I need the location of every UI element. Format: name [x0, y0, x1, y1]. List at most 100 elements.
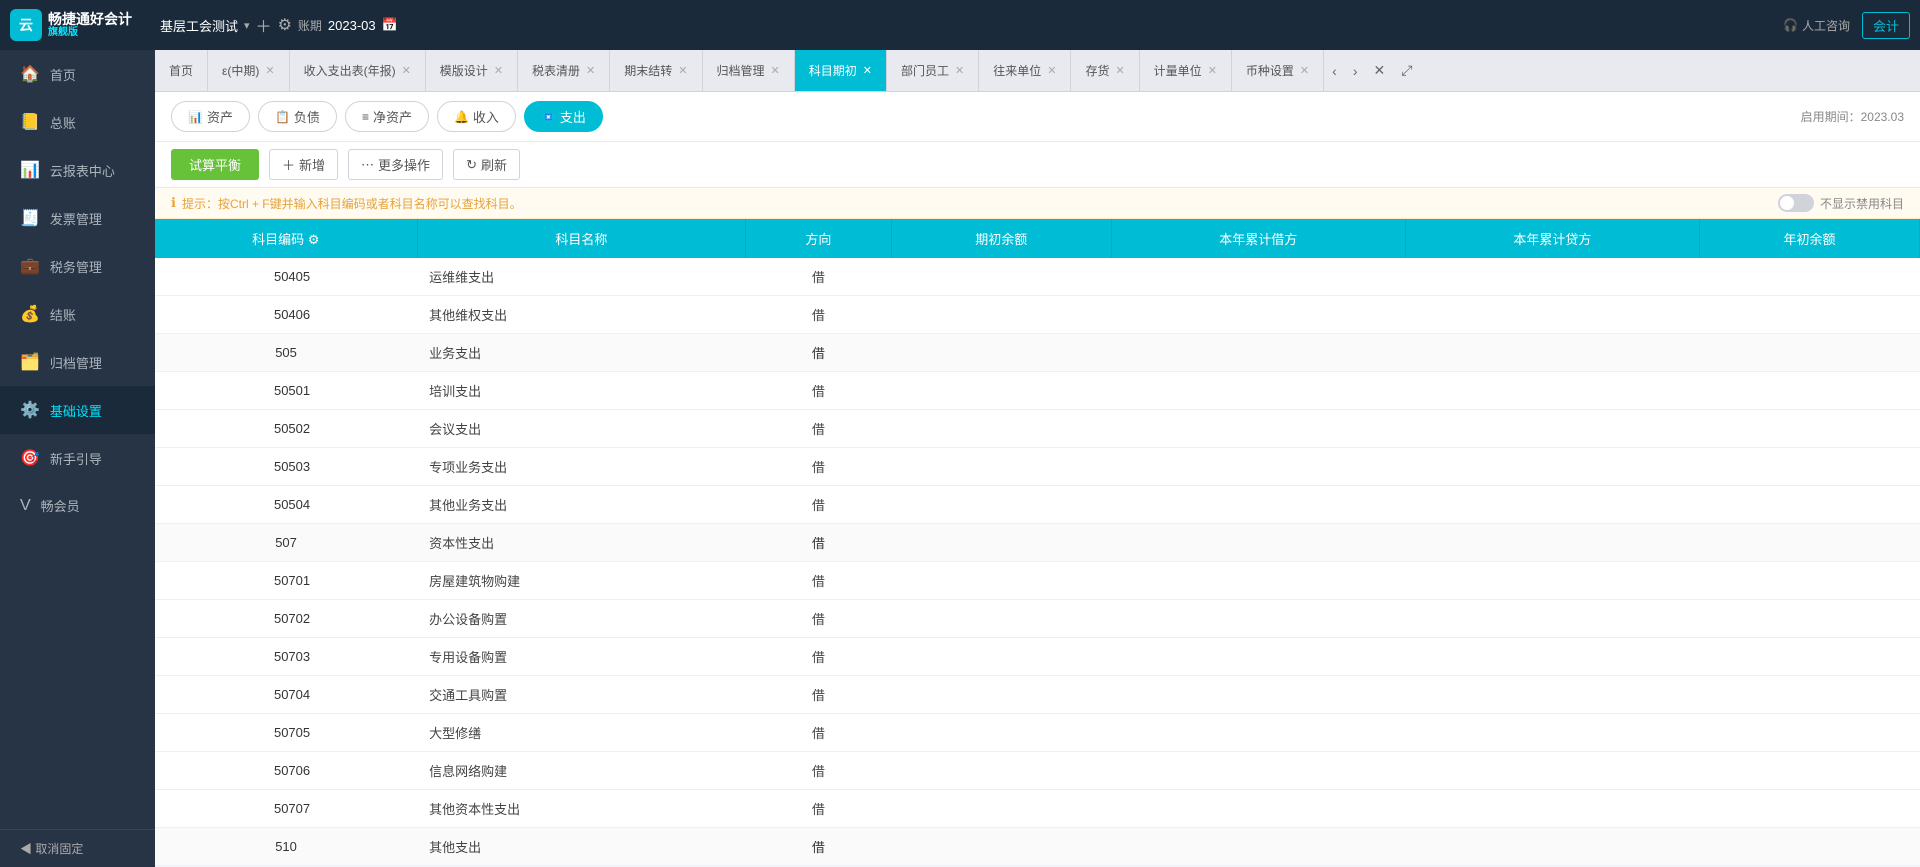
cell-bnldf-5	[1405, 448, 1699, 486]
tab-币种设置[interactable]: 币种设置✕	[1232, 50, 1324, 92]
cell-bnljf-6	[1111, 486, 1405, 524]
project-name[interactable]: 基层工会测试	[160, 16, 238, 35]
sidebar-item-总账[interactable]: 📒总账	[0, 98, 155, 146]
refresh-btn[interactable]: ↻ 刷新	[453, 149, 520, 180]
cat-icon-3: 🔔	[454, 110, 469, 124]
more-btn[interactable]: ⋯ 更多操作	[348, 149, 443, 180]
cell-qcye-9	[891, 600, 1111, 638]
tab-归档管理[interactable]: 归档管理✕	[703, 50, 795, 92]
sidebar-item-发票管理[interactable]: 🧾发票管理	[0, 194, 155, 242]
sidebar-item-基础设置[interactable]: ⚙️基础设置	[0, 386, 155, 434]
tab-close-8[interactable]: ✕	[955, 64, 964, 77]
cell-name-1: 其他维权支出	[417, 296, 745, 334]
cell-bnldf-15	[1405, 828, 1699, 866]
table-row[interactable]: 50406 其他维权支出 借	[155, 296, 1920, 334]
cat-icon-0: 📊	[188, 110, 203, 124]
table-row[interactable]: 50704 交通工具购置 借	[155, 676, 1920, 714]
tab-nav-next[interactable]: ›	[1345, 50, 1366, 92]
cat-tab-支出[interactable]: 💠支出	[524, 101, 603, 132]
disable-toggle-switch[interactable]	[1778, 194, 1814, 212]
cell-direction-11: 借	[746, 676, 892, 714]
add-btn[interactable]: ＋ 新增	[269, 149, 338, 180]
cat-tab-收入[interactable]: 🔔收入	[437, 101, 516, 132]
tab-close-4[interactable]: ✕	[586, 64, 595, 77]
period-calendar-icon[interactable]: 📅	[382, 17, 398, 33]
table-body: 50405 运维维支出 借 50406 其他维权支出 借 505 业务支出 借 …	[155, 258, 1920, 866]
cat-tab-负债[interactable]: 📋负债	[258, 101, 337, 132]
table-row[interactable]: 50701 房屋建筑物购建 借	[155, 562, 1920, 600]
sidebar-item-结账[interactable]: 💰结账	[0, 290, 155, 338]
gear-icon[interactable]: ⚙	[308, 232, 320, 247]
sidebar-item-首页[interactable]: 🏠首页	[0, 50, 155, 98]
sidebar-item-云报表中心[interactable]: 📊云报表中心	[0, 146, 155, 194]
cell-direction-0: 借	[746, 258, 892, 296]
table-row[interactable]: 50504 其他业务支出 借	[155, 486, 1920, 524]
tab-close-10[interactable]: ✕	[1115, 64, 1124, 77]
table-row[interactable]: 50502 会议支出 借	[155, 410, 1920, 448]
sidebar-label-6: 归档管理	[50, 353, 102, 372]
sidebar-collapse-btn[interactable]: ◀ 取消固定	[0, 829, 155, 867]
cell-code-12: 50705	[155, 714, 417, 752]
cell-direction-5: 借	[746, 448, 892, 486]
tab-close-all[interactable]: ✕	[1365, 50, 1393, 92]
tab-close-5[interactable]: ✕	[678, 64, 687, 77]
project-dropdown-icon[interactable]: ▾	[244, 19, 250, 32]
balance-btn[interactable]: 试算平衡	[171, 149, 259, 180]
tab-close-9[interactable]: ✕	[1047, 64, 1056, 77]
sidebar-item-归档管理[interactable]: 🗂️归档管理	[0, 338, 155, 386]
table-row[interactable]: 505 业务支出 借	[155, 334, 1920, 372]
cell-ncye-9	[1700, 600, 1920, 638]
table-row[interactable]: 50707 其他资本性支出 借	[155, 790, 1920, 828]
cat-label-0: 资产	[207, 107, 233, 126]
tab-科目期初[interactable]: 科目期初✕	[795, 50, 887, 92]
table-row[interactable]: 50503 专项业务支出 借	[155, 448, 1920, 486]
refresh-icon: ↻	[466, 157, 477, 173]
kuaiji-badge[interactable]: 会计	[1862, 12, 1910, 39]
tab-计量单位[interactable]: 计量单位✕	[1140, 50, 1232, 92]
tab-收入支出表(年报)[interactable]: 收入支出表(年报)✕	[290, 50, 426, 92]
table-row[interactable]: 50501 培训支出 借	[155, 372, 1920, 410]
cell-ncye-6	[1700, 486, 1920, 524]
tab-税表清册[interactable]: 税表清册✕	[518, 50, 610, 92]
cell-code-4: 50502	[155, 410, 417, 448]
tab-期末结转[interactable]: 期末结转✕	[610, 50, 702, 92]
tab-close-2[interactable]: ✕	[402, 64, 411, 77]
tab-部门员工[interactable]: 部门员工✕	[887, 50, 979, 92]
tab-往来单位[interactable]: 往来单位✕	[979, 50, 1071, 92]
table-row[interactable]: 50405 运维维支出 借	[155, 258, 1920, 296]
logo-text: 畅捷通好会计 旗舰版	[48, 11, 132, 40]
tab-close-1[interactable]: ✕	[265, 64, 274, 77]
tab-expand[interactable]: ⤢	[1393, 50, 1420, 92]
th-0: 科目编码 ⚙	[155, 219, 417, 258]
add-project-icon[interactable]: ＋	[256, 13, 272, 37]
tab-close-11[interactable]: ✕	[1208, 64, 1217, 77]
table-row[interactable]: 50703 专用设备购置 借	[155, 638, 1920, 676]
sidebar-item-畅会员[interactable]: V畅会员	[0, 482, 155, 529]
table-row[interactable]: 507 资本性支出 借	[155, 524, 1920, 562]
sidebar-item-税务管理[interactable]: 💼税务管理	[0, 242, 155, 290]
cell-code-9: 50702	[155, 600, 417, 638]
cell-bnljf-14	[1111, 790, 1405, 828]
table-row[interactable]: 510 其他支出 借	[155, 828, 1920, 866]
table-row[interactable]: 50705 大型修缮 借	[155, 714, 1920, 752]
table-row[interactable]: 50706 信息网络购建 借	[155, 752, 1920, 790]
sidebar-icon-1: 📒	[20, 112, 40, 132]
tab-ε(中期)[interactable]: ε(中期)✕	[208, 50, 290, 92]
cell-bnljf-8	[1111, 562, 1405, 600]
tab-存货[interactable]: 存货✕	[1071, 50, 1139, 92]
cell-code-11: 50704	[155, 676, 417, 714]
project-settings-icon[interactable]: ⚙	[278, 15, 292, 35]
tab-首页[interactable]: 首页	[155, 50, 208, 92]
tab-close-6[interactable]: ✕	[771, 64, 780, 77]
tab-模版设计[interactable]: 模版设计✕	[426, 50, 518, 92]
tab-nav-prev[interactable]: ‹	[1324, 50, 1345, 92]
cat-tab-净资产[interactable]: ≡净资产	[345, 101, 429, 132]
table-row[interactable]: 50702 办公设备购置 借	[155, 600, 1920, 638]
customer-service-btn[interactable]: 🎧 人工咨询	[1783, 17, 1850, 34]
sidebar-item-新手引导[interactable]: 🎯新手引导	[0, 434, 155, 482]
cell-name-15: 其他支出	[417, 828, 745, 866]
tab-close-3[interactable]: ✕	[494, 64, 503, 77]
tab-close-7[interactable]: ✕	[863, 64, 872, 77]
cat-tab-资产[interactable]: 📊 资产	[171, 101, 250, 132]
tab-close-12[interactable]: ✕	[1300, 64, 1309, 77]
